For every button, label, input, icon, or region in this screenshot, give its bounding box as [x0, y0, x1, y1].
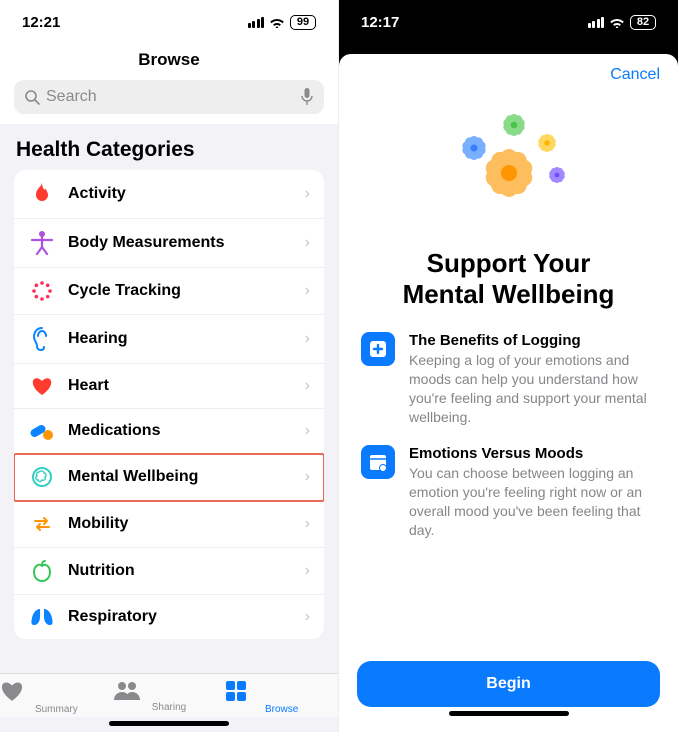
cellular-icon: [248, 17, 265, 28]
browse-screen: 12:21 99 Browse Search Health Categories…: [0, 0, 339, 732]
cellular-icon: [588, 17, 605, 28]
modal-title: Support YourMental Wellbeing: [357, 248, 660, 310]
category-label: Medications: [68, 422, 305, 440]
tab-bar: Summary Sharing Browse: [0, 673, 338, 717]
flame-icon: [28, 182, 56, 206]
section-header: Health Categories: [0, 124, 338, 170]
page-title: Browse: [0, 44, 338, 80]
chevron-right-icon: ›: [305, 515, 310, 533]
category-row-body-measurements[interactable]: Body Measurements ›: [14, 219, 324, 268]
category-row-activity[interactable]: Activity ›: [14, 170, 324, 219]
category-label: Nutrition: [68, 562, 305, 580]
chevron-right-icon: ›: [305, 468, 310, 486]
category-row-cycle-tracking[interactable]: Cycle Tracking ›: [14, 268, 324, 315]
pills-icon: [28, 421, 56, 441]
category-row-mobility[interactable]: Mobility ›: [14, 501, 324, 548]
home-indicator[interactable]: [449, 711, 569, 716]
feature-desc: Keeping a log of your emotions and moods…: [409, 351, 656, 427]
begin-button[interactable]: Begin: [357, 661, 660, 707]
dots-circle-icon: [28, 280, 56, 302]
tab-label: Browse: [265, 704, 298, 715]
calendar-icon: [361, 445, 395, 479]
category-label: Heart: [68, 377, 305, 395]
category-label: Mobility: [68, 515, 305, 533]
cancel-button[interactable]: Cancel: [610, 66, 660, 84]
mic-icon[interactable]: [300, 88, 314, 106]
category-label: Body Measurements: [68, 234, 305, 252]
feature-title: Emotions Versus Moods: [409, 445, 656, 462]
feature-title: The Benefits of Logging: [409, 332, 656, 349]
heart-icon: [28, 376, 56, 396]
tab-label: Sharing: [152, 702, 186, 713]
search-input[interactable]: Search: [14, 80, 324, 114]
heart-fill-icon: [0, 680, 113, 702]
chevron-right-icon: ›: [305, 377, 310, 395]
figure-icon: [28, 231, 56, 255]
wifi-icon: [269, 16, 285, 28]
status-time: 12:17: [361, 14, 399, 31]
status-bar: 12:17 82: [339, 0, 678, 44]
battery-indicator: 82: [630, 15, 656, 30]
tab-browse[interactable]: Browse: [225, 680, 338, 715]
search-icon: [24, 89, 40, 105]
modal-sheet: Cancel Support YourMental Wellbeing The …: [339, 54, 678, 732]
ear-icon: [28, 327, 56, 351]
lungs-icon: [28, 607, 56, 627]
category-label: Cycle Tracking: [68, 282, 305, 300]
plus-square-icon: [361, 332, 395, 366]
category-row-nutrition[interactable]: Nutrition ›: [14, 548, 324, 595]
feature-item: The Benefits of Logging Keeping a log of…: [357, 332, 660, 427]
feature-item: Emotions Versus Moods You can choose bet…: [357, 445, 660, 540]
chevron-right-icon: ›: [305, 234, 310, 252]
chevron-right-icon: ›: [305, 185, 310, 203]
battery-indicator: 99: [290, 15, 316, 30]
wifi-icon: [609, 16, 625, 28]
chevron-right-icon: ›: [305, 330, 310, 348]
category-row-mental-wellbeing[interactable]: Mental Wellbeing ›: [14, 454, 324, 501]
wellbeing-intro-screen: 12:17 82 Cancel Support YourMental Wellb…: [339, 0, 678, 732]
tab-sharing[interactable]: Sharing: [113, 680, 226, 715]
search-placeholder: Search: [46, 88, 97, 106]
category-row-heart[interactable]: Heart ›: [14, 364, 324, 409]
tab-label: Summary: [35, 704, 78, 715]
people-icon: [113, 680, 226, 700]
apple-icon: [28, 560, 56, 582]
brain-icon: [28, 466, 56, 488]
category-row-respiratory[interactable]: Respiratory ›: [14, 595, 324, 639]
grid-icon: [225, 680, 338, 702]
home-indicator[interactable]: [109, 721, 229, 726]
status-bar: 12:21 99: [0, 0, 338, 44]
chevron-right-icon: ›: [305, 282, 310, 300]
chevron-right-icon: ›: [305, 562, 310, 580]
category-label: Respiratory: [68, 608, 305, 626]
category-row-medications[interactable]: Medications ›: [14, 409, 324, 454]
tab-summary[interactable]: Summary: [0, 680, 113, 715]
flower-illustration: [357, 88, 660, 238]
category-row-hearing[interactable]: Hearing ›: [14, 315, 324, 364]
status-time: 12:21: [22, 14, 60, 31]
category-label: Activity: [68, 185, 305, 203]
category-label: Mental Wellbeing: [68, 468, 305, 486]
category-label: Hearing: [68, 330, 305, 348]
categories-list: Activity › Body Measurements › Cycle Tra…: [14, 170, 324, 639]
chevron-right-icon: ›: [305, 422, 310, 440]
feature-desc: You can choose between logging an emotio…: [409, 464, 656, 540]
chevron-right-icon: ›: [305, 608, 310, 626]
arrows-icon: [28, 513, 56, 535]
